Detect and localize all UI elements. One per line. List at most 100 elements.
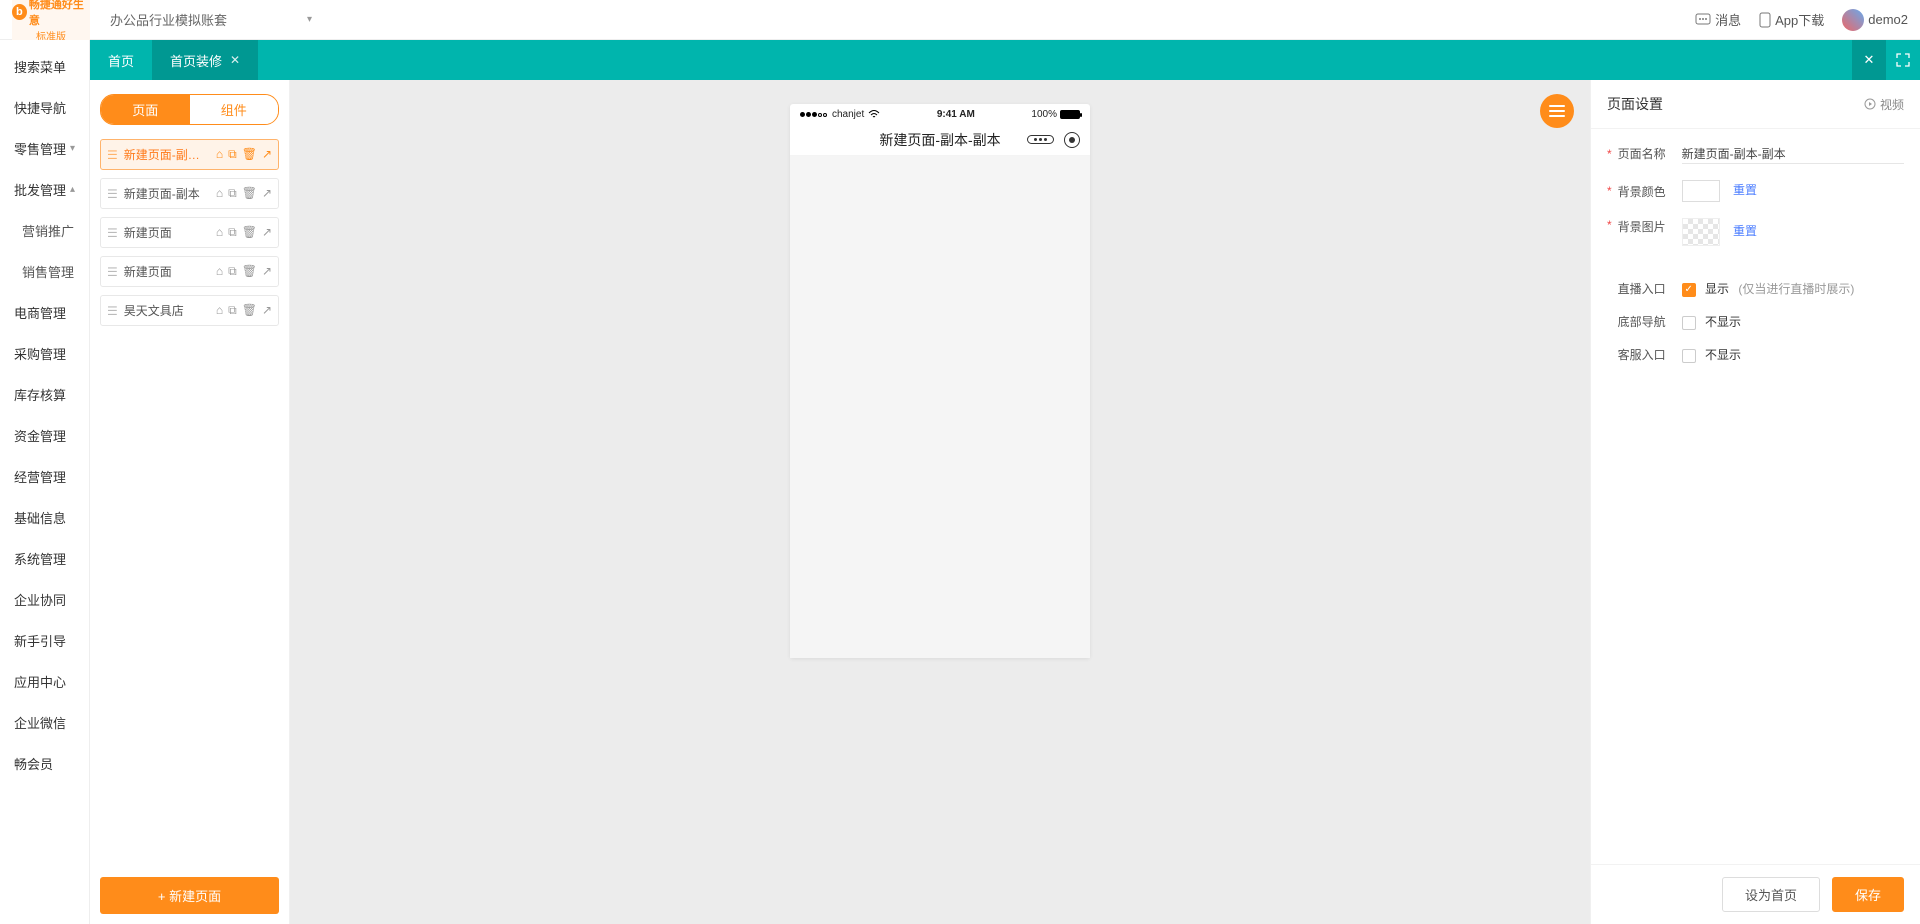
brand-name: 畅捷通好生意 — [29, 0, 90, 28]
wifi-icon — [868, 110, 880, 119]
segment-page[interactable]: 页面 — [101, 95, 190, 124]
close-panel-button[interactable]: ✕ — [1852, 40, 1886, 80]
tab-首页装修[interactable]: 首页装修✕ — [152, 40, 258, 80]
avatar — [1842, 9, 1864, 31]
share-icon[interactable]: ↗ — [262, 264, 272, 279]
sidebar-item[interactable]: 快捷导航 — [0, 87, 89, 128]
phone-icon — [1759, 12, 1771, 28]
share-icon[interactable]: ↗ — [262, 147, 272, 162]
battery-icon — [1060, 110, 1080, 119]
copy-icon[interactable]: ⧉ — [228, 186, 237, 201]
sidebar-item[interactable]: 经营管理 — [0, 456, 89, 497]
sidebar-item[interactable]: 库存核算 — [0, 374, 89, 415]
sidebar-item[interactable]: 企业微信 — [0, 702, 89, 743]
canvas: chanjet 9:41 AM 100% 新建页面-副本-副本 — [290, 80, 1590, 924]
sidebar-subitem[interactable]: 营销推广 — [0, 210, 89, 251]
home-icon[interactable]: ⌂ — [216, 147, 223, 162]
page-name-input[interactable] — [1682, 143, 1904, 164]
delete-icon[interactable]: 🗑 — [242, 303, 257, 318]
sidebar-item[interactable]: 批发管理 — [0, 169, 89, 210]
copy-icon[interactable]: ⧉ — [228, 264, 237, 279]
messages-link[interactable]: 消息 — [1695, 10, 1741, 29]
delete-icon[interactable]: 🗑 — [242, 225, 257, 240]
logo-mark: b — [12, 4, 27, 20]
play-icon — [1864, 98, 1876, 110]
tab-首页[interactable]: 首页 — [90, 40, 152, 80]
brand-logo: b 畅捷通好生意 标准版 — [12, 0, 90, 40]
delete-icon[interactable]: 🗑 — [242, 264, 257, 279]
page-component-segment: 页面 组件 — [100, 94, 279, 125]
drag-handle-icon[interactable]: ☰ — [107, 265, 118, 279]
app-download-link[interactable]: App下载 — [1759, 10, 1824, 29]
copy-icon[interactable]: ⧉ — [228, 225, 237, 240]
sidebar-item[interactable]: 畅会员 — [0, 743, 89, 784]
sidebar-item[interactable]: 搜索菜单 — [0, 46, 89, 87]
sidebar-item[interactable]: 资金管理 — [0, 415, 89, 456]
fullscreen-icon — [1896, 53, 1910, 67]
page-list-item[interactable]: ☰新建页面⌂⧉🗑↗ — [100, 256, 279, 287]
sidebar-item[interactable]: 采购管理 — [0, 333, 89, 374]
bg-image-reset[interactable]: 重置 — [1733, 224, 1757, 238]
sidebar-item[interactable]: 电商管理 — [0, 292, 89, 333]
live-entry-checkbox[interactable]: ✓ — [1682, 283, 1696, 297]
signal-icon — [800, 109, 828, 120]
user-menu[interactable]: demo2 — [1842, 9, 1908, 31]
phone-status-bar: chanjet 9:41 AM 100% — [790, 104, 1090, 124]
tab-close-icon[interactable]: ✕ — [230, 53, 240, 67]
bg-image-picker[interactable] — [1682, 218, 1720, 246]
chevron-icon — [70, 143, 75, 154]
home-icon[interactable]: ⌂ — [216, 225, 223, 240]
miniapp-menu-icon[interactable] — [1027, 135, 1054, 144]
sidebar-item[interactable]: 新手引导 — [0, 620, 89, 661]
share-icon[interactable]: ↗ — [262, 303, 272, 318]
page-list-item[interactable]: ☰新建页面-副本-...⌂⧉🗑↗ — [100, 139, 279, 170]
message-icon — [1695, 13, 1711, 27]
home-icon[interactable]: ⌂ — [216, 303, 223, 318]
home-icon[interactable]: ⌂ — [216, 186, 223, 201]
drag-handle-icon[interactable]: ☰ — [107, 148, 118, 162]
sidebar-item[interactable]: 系统管理 — [0, 538, 89, 579]
company-name: 办公品行业模拟账套 — [110, 10, 227, 29]
service-entry-checkbox[interactable] — [1682, 349, 1696, 363]
company-selector[interactable]: 办公品行业模拟账套 — [110, 10, 312, 29]
sidebar-item[interactable]: 基础信息 — [0, 497, 89, 538]
tabs-bar: 首页首页装修✕ ✕ — [90, 40, 1920, 80]
drag-handle-icon[interactable]: ☰ — [107, 187, 118, 201]
copy-icon[interactable]: ⧉ — [228, 303, 237, 318]
set-home-button[interactable]: 设为首页 — [1722, 877, 1820, 912]
bg-color-swatch[interactable] — [1682, 180, 1720, 202]
phone-time: 9:41 AM — [937, 109, 975, 120]
sidebar-item[interactable]: 零售管理 — [0, 128, 89, 169]
phone-body[interactable] — [790, 156, 1090, 658]
phone-page-title: 新建页面-副本-副本 — [879, 130, 1000, 150]
share-icon[interactable]: ↗ — [262, 186, 272, 201]
drag-handle-icon[interactable]: ☰ — [107, 304, 118, 318]
settings-title: 页面设置 — [1607, 94, 1663, 114]
new-page-button[interactable]: + 新建页面 — [100, 877, 279, 914]
drag-handle-icon[interactable]: ☰ — [107, 226, 118, 240]
bottom-nav-checkbox[interactable] — [1682, 316, 1696, 330]
fullscreen-button[interactable] — [1886, 40, 1920, 80]
segment-component[interactable]: 组件 — [190, 95, 279, 124]
share-icon[interactable]: ↗ — [262, 225, 272, 240]
video-tutorial-link[interactable]: 视频 — [1864, 96, 1904, 113]
miniapp-close-icon[interactable] — [1064, 132, 1080, 148]
phone-preview: chanjet 9:41 AM 100% 新建页面-副本-副本 — [790, 104, 1090, 658]
work-area: 首页首页装修✕ ✕ 页面 组件 ☰新建页面-副本-...⌂⧉🗑↗☰新建页面-副本… — [90, 40, 1920, 924]
delete-icon[interactable]: 🗑 — [242, 147, 257, 162]
settings-panel: 页面设置 视频 *页面名称 *背景颜色 重置 — [1590, 80, 1920, 924]
floating-menu-button[interactable] — [1540, 94, 1574, 128]
page-list-item[interactable]: ☰新建页面-副本⌂⧉🗑↗ — [100, 178, 279, 209]
sidebar-subitem[interactable]: 销售管理 — [0, 251, 89, 292]
sidebar-item[interactable]: 企业协同 — [0, 579, 89, 620]
sidebar-item[interactable]: 应用中心 — [0, 661, 89, 702]
page-list-item[interactable]: ☰昊天文具店⌂⧉🗑↗ — [100, 295, 279, 326]
delete-icon[interactable]: 🗑 — [242, 186, 257, 201]
top-bar: b 畅捷通好生意 标准版 办公品行业模拟账套 消息 App下载 demo2 — [0, 0, 1920, 40]
copy-icon[interactable]: ⧉ — [228, 147, 237, 162]
save-button[interactable]: 保存 — [1832, 877, 1904, 912]
page-list-item[interactable]: ☰新建页面⌂⧉🗑↗ — [100, 217, 279, 248]
home-icon[interactable]: ⌂ — [216, 264, 223, 279]
side-nav: 搜索菜单快捷导航零售管理批发管理营销推广销售管理电商管理采购管理库存核算资金管理… — [0, 40, 90, 924]
bg-color-reset[interactable]: 重置 — [1733, 183, 1757, 197]
